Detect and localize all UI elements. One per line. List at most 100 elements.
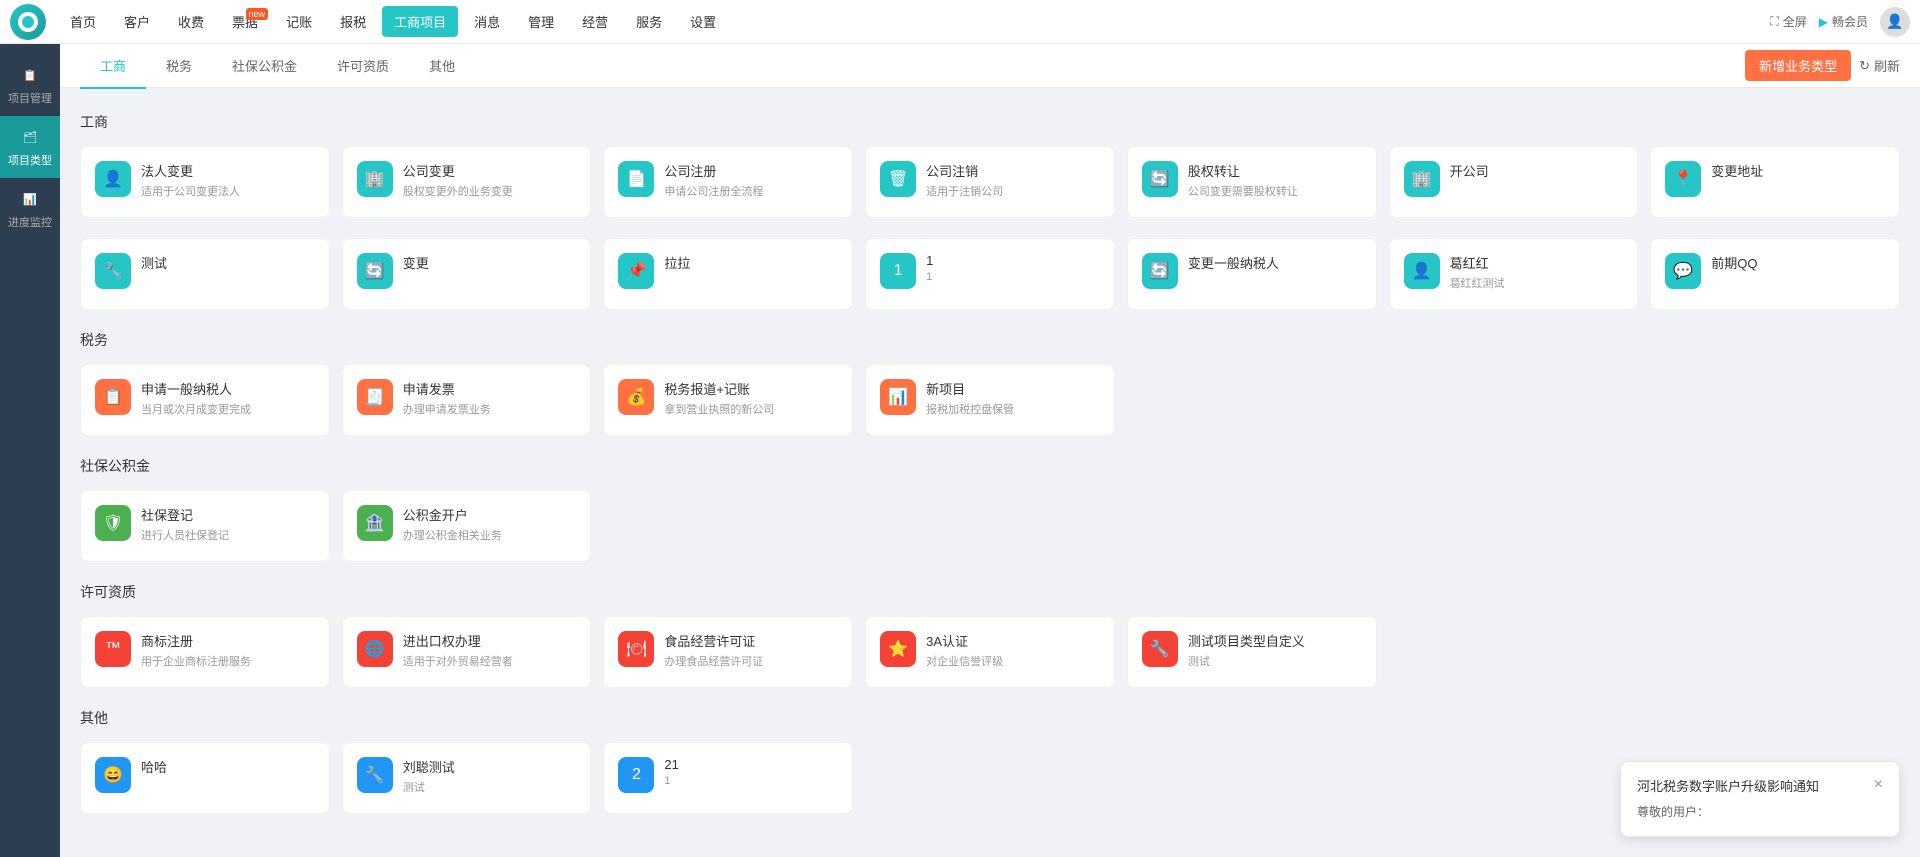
notification-title: 河北税务数字账户升级影响通知 [1637, 776, 1819, 795]
card-icon-0-2: 📄 [618, 161, 654, 197]
sub-tab-税务[interactable]: 税务 [146, 44, 212, 89]
card-4-0[interactable]: ™商标注册用于企业商标注册服务 [80, 616, 330, 688]
nav-item-票据[interactable]: 票据new [220, 6, 270, 37]
card-1-5[interactable]: 👤葛红红葛红红测试 [1389, 238, 1639, 310]
nav-item-收费[interactable]: 收费 [166, 6, 216, 37]
sub-tabs-bar: 工商税务社保公积金许可资质其他 新增业务类型 ↻ 刷新 [60, 44, 1920, 88]
card-text-1-0: 测试 [141, 253, 315, 275]
card-name-0-3: 公司注销 [926, 161, 1100, 180]
section-0: 工商👤法人变更适用于公司变更法人🏢公司变更股权变更外的业务变更📄公司注册申请公司… [80, 112, 1900, 218]
nav-item-工商项目[interactable]: 工商项目 [382, 6, 458, 37]
card-icon-5-2: 2 [618, 757, 654, 793]
card-2-2[interactable]: 💰税务报道+记账拿到营业执照的新公司 [603, 364, 853, 436]
card-0-2[interactable]: 📄公司注册申请公司注册全流程 [603, 146, 853, 218]
nav-item-记账[interactable]: 记账 [274, 6, 324, 37]
member-btn[interactable]: ▶ 畅会员 [1819, 13, 1868, 30]
sub-tab-许可资质[interactable]: 许可资质 [317, 44, 409, 89]
card-2-3[interactable]: 📊新项目报税加税控盘保管 [865, 364, 1115, 436]
notification-close-button[interactable]: × [1874, 776, 1883, 794]
card-1-4[interactable]: 🔄变更一般纳税人 [1127, 238, 1377, 310]
sub-tab-工商[interactable]: 工商 [80, 44, 146, 89]
card-1-1[interactable]: 🔄 变更 [342, 238, 592, 310]
card-0-5[interactable]: 🏢 开公司 [1389, 146, 1639, 218]
section-1: 🔧测试 🔄 变更 📌拉拉111🔄变更一般纳税人👤葛红红葛红红测试💬前期QQ [80, 238, 1900, 310]
card-desc-4-3: 对企业信誉评级 [926, 653, 1100, 669]
card-desc-2-0: 当月或次月成变更完成 [141, 401, 315, 417]
card-5-2[interactable]: 2 211 [603, 742, 853, 814]
card-text-4-4: 测试项目类型自定义测试 [1188, 631, 1362, 669]
sidebar-item-进度监控[interactable]: 📊进度监控 [0, 178, 60, 240]
nav-item-报税[interactable]: 报税 [328, 6, 378, 37]
card-4-4[interactable]: 🔧测试项目类型自定义测试 [1127, 616, 1377, 688]
notification-header: 河北税务数字账户升级影响通知 × [1637, 776, 1883, 795]
card-text-4-0: 商标注册用于企业商标注册服务 [141, 631, 315, 669]
play-icon: ▶ [1819, 15, 1828, 29]
card-name-0-0: 法人变更 [141, 161, 315, 180]
notification-content: 尊敬的用户： [1637, 803, 1883, 822]
refresh-button[interactable]: ↻ 刷新 [1859, 56, 1900, 75]
card-5-1[interactable]: 🔧刘聪测试测试 [342, 742, 592, 814]
sub-tab-社保公积金[interactable]: 社保公积金 [212, 44, 317, 89]
card-0-3[interactable]: 🗑公司注销适用于注销公司 [865, 146, 1115, 218]
refresh-icon: ↻ [1859, 58, 1870, 74]
card-name-3-1: 公积金开户 [403, 505, 577, 524]
card-5-0[interactable]: 😄哈哈 [80, 742, 330, 814]
card-4-1[interactable]: 🌐进出口权办理适用于对外贸易经营者 [342, 616, 592, 688]
card-4-2[interactable]: 🍽食品经营许可证办理食品经营许可证 [603, 616, 853, 688]
card-0-1[interactable]: 🏢公司变更股权变更外的业务变更 [342, 146, 592, 218]
card-desc-3-1: 办理公积金相关业务 [403, 527, 577, 543]
card-0-4[interactable]: 🔄股权转让公司变更需要股权转让 [1127, 146, 1377, 218]
app-logo [10, 4, 46, 40]
nav-item-经营[interactable]: 经营 [570, 6, 620, 37]
card-name-0-1: 公司变更 [403, 161, 577, 180]
card-1-3[interactable]: 111 [865, 238, 1115, 310]
card-0-0[interactable]: 👤法人变更适用于公司变更法人 [80, 146, 330, 218]
card-icon-0-5: 🏢 [1404, 161, 1440, 197]
cards-grid-0: 👤法人变更适用于公司变更法人🏢公司变更股权变更外的业务变更📄公司注册申请公司注册… [80, 146, 1900, 218]
nav-item-首页[interactable]: 首页 [58, 6, 108, 37]
sidebar-item-项目管理[interactable]: 📋项目管理 [0, 54, 60, 116]
card-1-6[interactable]: 💬前期QQ [1650, 238, 1900, 310]
sidebar: 📋项目管理🗂项目类型📊进度监控 [0, 44, 60, 857]
fullscreen-icon: ⛶ [1770, 14, 1778, 29]
card-icon-4-1: 🌐 [357, 631, 393, 667]
card-1-0[interactable]: 🔧测试 [80, 238, 330, 310]
card-2-0[interactable]: 📋申请一般纳税人当月或次月成变更完成 [80, 364, 330, 436]
card-0-6[interactable]: 📍变更地址 [1650, 146, 1900, 218]
card-name-2-1: 申请发票 [403, 379, 577, 398]
card-icon-5-1: 🔧 [357, 757, 393, 793]
sidebar-item-项目类型[interactable]: 🗂项目类型 [0, 116, 60, 178]
nav-item-服务[interactable]: 服务 [624, 6, 674, 37]
card-text-5-2: 211 [664, 757, 838, 787]
cards-grid-1: 🔧测试 🔄 变更 📌拉拉111🔄变更一般纳税人👤葛红红葛红红测试💬前期QQ [80, 238, 1900, 310]
new-type-button[interactable]: 新增业务类型 [1745, 50, 1851, 81]
card-name-0-5: 开公司 [1450, 161, 1624, 180]
nav-item-管理[interactable]: 管理 [516, 6, 566, 37]
card-desc-2-2: 拿到营业执照的新公司 [664, 401, 838, 417]
card-4-3[interactable]: ⭐3A认证对企业信誉评级 [865, 616, 1115, 688]
card-icon-1-1: 🔄 [357, 253, 393, 289]
fullscreen-btn[interactable]: ⛶ 全屏 [1770, 13, 1806, 30]
card-name-4-0: 商标注册 [141, 631, 315, 650]
card-name-2-2: 税务报道+记账 [664, 379, 838, 398]
sub-tab-其他[interactable]: 其他 [409, 44, 475, 89]
card-text-1-1: 变更 [403, 253, 577, 275]
card-icon-4-3: ⭐ [880, 631, 916, 667]
nav-item-客户[interactable]: 客户 [112, 6, 162, 37]
card-icon-0-4: 🔄 [1142, 161, 1178, 197]
card-3-0[interactable]: 🛡社保登记进行人员社保登记 [80, 490, 330, 562]
sidebar-label: 进度监控 [8, 214, 52, 230]
card-desc-1-5: 葛红红测试 [1450, 275, 1624, 291]
nav-item-消息[interactable]: 消息 [462, 6, 512, 37]
section-title-0: 工商 [80, 112, 1900, 132]
nav-item-设置[interactable]: 设置 [678, 6, 728, 37]
card-desc-4-4: 测试 [1188, 653, 1362, 669]
card-name-0-2: 公司注册 [664, 161, 838, 180]
card-1-2[interactable]: 📌拉拉 [603, 238, 853, 310]
card-name-1-2: 拉拉 [664, 253, 838, 272]
user-avatar[interactable]: 👤 [1880, 7, 1910, 37]
card-name-1-1: 变更 [403, 253, 577, 272]
card-name-0-6: 变更地址 [1711, 161, 1885, 180]
card-3-1[interactable]: 🏦公积金开户办理公积金相关业务 [342, 490, 592, 562]
card-2-1[interactable]: 🧾申请发票办理申请发票业务 [342, 364, 592, 436]
